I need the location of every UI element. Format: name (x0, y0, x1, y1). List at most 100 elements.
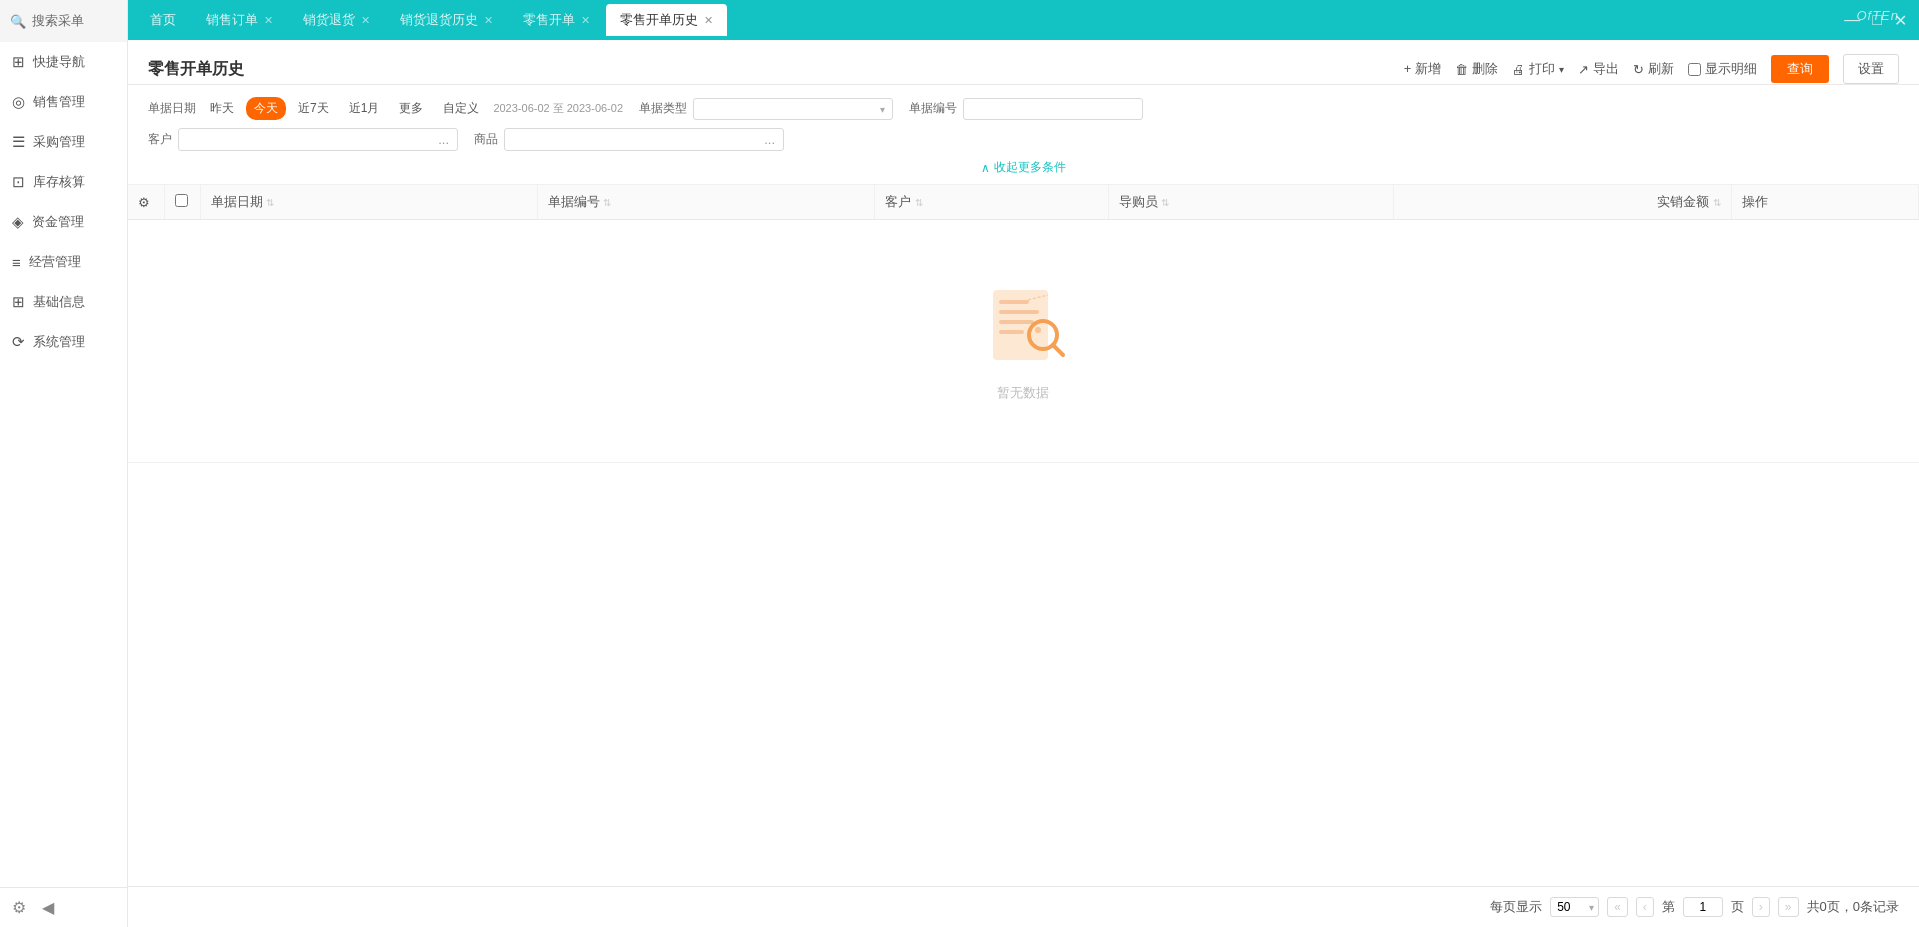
prev-page-btn[interactable]: ‹ (1636, 897, 1654, 917)
per-page-label: 每页显示 (1490, 898, 1542, 916)
close-icon[interactable]: ✕ (704, 14, 713, 27)
date-btn-today[interactable]: 今天 (246, 97, 286, 120)
sidebar-item-operations[interactable]: ≡ 经营管理 (0, 242, 127, 282)
tabs-bar: 首页 销售订单 ✕ 销货退货 ✕ 销货退货历史 ✕ 零售开单 ✕ 零售开单历史 … (128, 0, 1919, 40)
finance-icon: ◈ (12, 213, 24, 231)
th-salesperson-label: 导购员 (1119, 194, 1158, 209)
date-filter: 单据日期 昨天 今天 近7天 近1月 更多 自定义 2023-06-02 至 2… (148, 97, 623, 120)
tab-home[interactable]: 首页 (136, 4, 190, 36)
basic-info-icon: ⊞ (12, 293, 25, 311)
close-icon[interactable]: ✕ (581, 14, 590, 27)
first-page-btn[interactable]: « (1607, 897, 1628, 917)
sidebar-item-basic-info[interactable]: ⊞ 基础信息 (0, 282, 127, 322)
th-action-label: 操作 (1742, 194, 1768, 209)
add-button[interactable]: + 新增 (1404, 60, 1441, 78)
date-btn-last7[interactable]: 近7天 (290, 97, 337, 120)
th-order-no: 单据编号 ⇅ (537, 185, 874, 220)
filter-area: 单据日期 昨天 今天 近7天 近1月 更多 自定义 2023-06-02 至 2… (128, 85, 1919, 185)
date-btn-yesterday[interactable]: 昨天 (202, 97, 242, 120)
sidebar-item-purchase-mgmt[interactable]: ☰ 采购管理 (0, 122, 127, 162)
per-page-select[interactable]: 50 10 20 100 (1550, 897, 1599, 917)
table-settings-icon[interactable]: ⚙ (138, 195, 150, 210)
tab-sales-order[interactable]: 销售订单 ✕ (192, 4, 287, 36)
settings-button[interactable]: 设置 (1843, 54, 1899, 84)
total-label: 共0页，0条记录 (1807, 898, 1899, 916)
customer-ellipsis-btn[interactable]: ... (438, 132, 449, 147)
sort-icon[interactable]: ⇅ (1161, 197, 1169, 208)
customer-input[interactable] (187, 133, 438, 147)
sidebar-item-inventory[interactable]: ⊡ 库存核算 (0, 162, 127, 202)
sort-icon[interactable]: ⇅ (915, 197, 923, 208)
th-amount-label: 实销金额 (1657, 194, 1709, 209)
tab-return-history[interactable]: 销货退货历史 ✕ (386, 4, 507, 36)
product-label: 商品 (474, 131, 498, 148)
print-dropdown-icon: ▾ (1559, 64, 1564, 75)
order-type-select[interactable] (693, 98, 893, 120)
date-range-display: 2023-06-02 至 2023-06-02 (493, 101, 623, 116)
order-no-filter: 单据编号 (909, 98, 1143, 120)
content-area: 单据日期 昨天 今天 近7天 近1月 更多 自定义 2023-06-02 至 2… (128, 85, 1919, 927)
sidebar-item-system[interactable]: ⟳ 系统管理 (0, 322, 127, 362)
sidebar-item-quick-nav[interactable]: ⊞ 快捷导航 (0, 42, 127, 82)
product-ellipsis-btn[interactable]: ... (764, 132, 775, 147)
collapse-btn-label: 收起更多条件 (994, 159, 1066, 176)
settings-icon[interactable]: ⚙ (12, 898, 26, 917)
sidebar-item-label: 系统管理 (33, 333, 85, 351)
select-all-checkbox[interactable] (175, 194, 188, 207)
sidebar-item-label: 采购管理 (33, 133, 85, 151)
export-button[interactable]: ↗ 导出 (1578, 60, 1619, 78)
sidebar-search[interactable]: 🔍 搜索采单 (0, 0, 127, 42)
search-icon: 🔍 (10, 14, 26, 29)
customer-filter: 客户 ... (148, 128, 458, 151)
sort-icon[interactable]: ⇅ (603, 197, 611, 208)
th-checkbox[interactable] (164, 185, 200, 220)
date-btn-custom[interactable]: 自定义 (435, 97, 487, 120)
tab-retail-open-label: 零售开单 (523, 11, 575, 29)
close-icon[interactable]: ✕ (264, 14, 273, 27)
close-icon[interactable]: ✕ (361, 14, 370, 27)
empty-row: 暂无数据 (128, 220, 1919, 463)
sidebar-item-label: 快捷导航 (33, 53, 85, 71)
refresh-button[interactable]: ↻ 刷新 (1633, 60, 1674, 78)
sidebar-item-sales-mgmt[interactable]: ◎ 销售管理 (0, 82, 127, 122)
print-button[interactable]: 🖨 打印 ▾ (1512, 60, 1564, 78)
next-page-btn[interactable]: › (1752, 897, 1770, 917)
collapse-filter-btn[interactable]: ∧ 收起更多条件 (981, 159, 1066, 176)
pagination: 每页显示 50 10 20 100 « ‹ 第 页 › » 共0页，0条记录 (128, 886, 1919, 927)
tab-retail-history[interactable]: 零售开单历史 ✕ (606, 4, 727, 36)
order-type-label: 单据类型 (639, 100, 687, 117)
display-detail-checkbox-container[interactable]: 显示明细 (1688, 60, 1757, 78)
query-button[interactable]: 查询 (1771, 55, 1829, 83)
tab-sales-return[interactable]: 销货退货 ✕ (289, 4, 384, 36)
date-btn-more[interactable]: 更多 (391, 97, 431, 120)
delete-button[interactable]: 🗑 删除 (1455, 60, 1498, 78)
collapse-sidebar-icon[interactable]: ◀ (42, 898, 54, 917)
print-icon: 🖨 (1512, 62, 1525, 77)
table-header-row: ⚙ 单据日期 ⇅ 单据编号 ⇅ (128, 185, 1919, 220)
sidebar-item-label: 基础信息 (33, 293, 85, 311)
page-title: 零售开单历史 (148, 59, 244, 80)
sidebar-item-label: 销售管理 (33, 93, 85, 111)
empty-illustration (973, 280, 1073, 370)
close-icon[interactable]: ✕ (484, 14, 493, 27)
last-page-btn[interactable]: » (1778, 897, 1799, 917)
date-btn-last-month[interactable]: 近1月 (341, 97, 388, 120)
page-actions: + 新增 🗑 删除 🖨 打印 ▾ ↗ 导出 ↻ 刷新 显示明细 查 (1404, 54, 1899, 84)
sidebar-search-label: 搜索采单 (32, 12, 84, 30)
svg-rect-3 (999, 320, 1034, 324)
purchase-icon: ☰ (12, 133, 25, 151)
product-input[interactable] (513, 133, 764, 147)
display-detail-checkbox[interactable] (1688, 63, 1701, 76)
order-no-input[interactable] (963, 98, 1143, 120)
sort-icon[interactable]: ⇅ (266, 197, 274, 208)
th-settings[interactable]: ⚙ (128, 185, 164, 220)
sidebar-footer: ⚙ ◀ (0, 887, 127, 927)
sidebar-item-finance[interactable]: ◈ 资金管理 (0, 202, 127, 242)
data-table: ⚙ 单据日期 ⇅ 单据编号 ⇅ (128, 185, 1919, 463)
tab-return-history-label: 销货退货历史 (400, 11, 478, 29)
sort-icon[interactable]: ⇅ (1713, 197, 1721, 208)
delete-icon: 🗑 (1455, 62, 1468, 77)
tab-retail-open[interactable]: 零售开单 ✕ (509, 4, 604, 36)
page-number-input[interactable] (1683, 897, 1723, 917)
table-head: ⚙ 单据日期 ⇅ 单据编号 ⇅ (128, 185, 1919, 220)
